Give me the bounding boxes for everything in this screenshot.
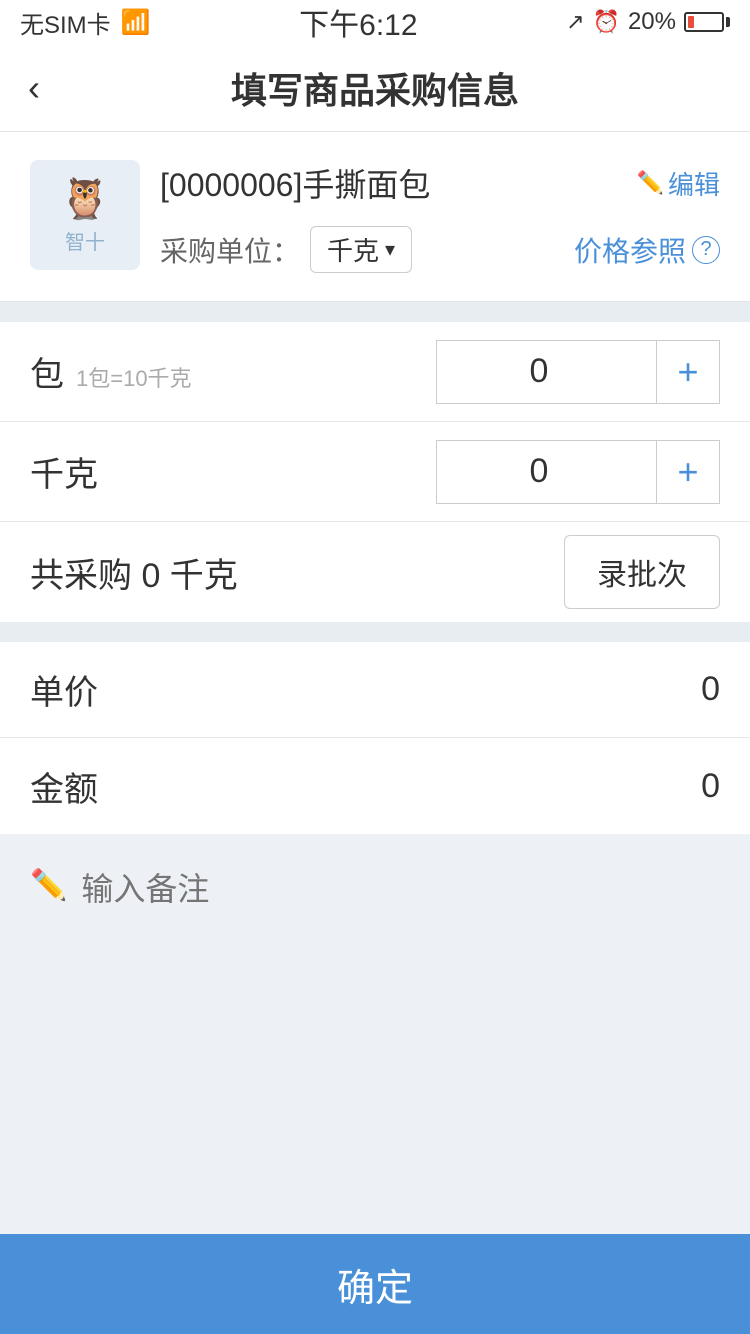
page-title: 填写商品采购信息 [231,62,519,114]
product-card: 🦉 智十 [0000006]手撕面包 ✏️ 编辑 采购单位： 千克 ▾ [0,132,750,302]
bag-input-right: + [436,340,720,404]
kg-input-right: + [436,440,720,504]
unit-label: 采购单位： [160,230,300,270]
bag-plus-button[interactable]: + [656,340,720,404]
status-bar: 无SIM卡 📶 下午6:12 ↗ ⏰ 20% [0,0,750,44]
section-divider-1 [0,302,750,322]
edit-button[interactable]: ✏️ 编辑 [637,165,720,202]
remark-section[interactable]: ✏️ [0,834,750,1014]
product-thumb-label: 智十 [65,226,105,255]
unit-chevron-icon: ▾ [385,237,395,262]
summary-row: 共采购 0 千克 录批次 [0,522,750,622]
kg-label-text: 千克 [30,447,98,496]
product-name: [0000006]手撕面包 [160,160,430,206]
unit-price-row: 单价 0 [0,642,750,738]
nav-bar: ‹ 填写商品采购信息 [0,44,750,132]
bag-label: 包 1包=10千克 [30,347,192,396]
unit-select[interactable]: 千克 ▾ [310,226,412,273]
kg-quantity-input[interactable] [436,440,656,504]
status-bar-right: ↗ ⏰ 20% [566,8,730,36]
wifi-icon: 📶 [121,8,151,37]
input-section: 包 1包=10千克 + 千克 + [0,322,750,522]
price-ref-button[interactable]: 价格参照 ? [574,230,720,270]
unit-value: 千克 [327,231,379,268]
price-ref-label: 价格参照 [574,230,686,270]
status-bar-left: 无SIM卡 📶 [20,5,151,40]
edit-icon: ✏️ [637,170,664,196]
bag-label-text: 包 [30,347,64,396]
kg-plus-button[interactable]: + [656,440,720,504]
edit-label: 编辑 [668,165,720,202]
bag-label-sub: 1包=10千克 [76,361,192,393]
record-batch-button[interactable]: 录批次 [564,535,720,609]
price-section: 单价 0 金额 0 [0,642,750,834]
amount-label: 金额 [30,762,98,811]
pencil-icon: ✏️ [30,868,67,903]
summary-text: 共采购 0 千克 [30,548,238,597]
bag-quantity-input[interactable] [436,340,656,404]
back-button[interactable]: ‹ [28,67,40,109]
status-bar-time: 下午6:12 [299,0,417,44]
battery-indicator [684,12,730,32]
gray-background [0,1014,750,1234]
location-icon: ↗ [566,9,584,35]
amount-row: 金额 0 [0,738,750,834]
unit-price-value: 0 [701,670,720,709]
carrier-label: 无SIM卡 [20,5,111,40]
bag-input-row: 包 1包=10千克 + [0,322,750,422]
remark-input[interactable] [81,864,720,940]
confirm-button[interactable]: 确定 [0,1234,750,1334]
alarm-icon: ⏰ [593,9,620,35]
unit-price-label: 单价 [30,665,98,714]
product-info: [0000006]手撕面包 ✏️ 编辑 采购单位： 千克 ▾ 价格参照 ? [160,160,720,273]
section-divider-2 [0,622,750,642]
price-ref-help-icon: ? [692,236,720,264]
kg-input-row: 千克 + [0,422,750,522]
battery-percent: 20% [628,8,676,36]
product-thumbnail: 🦉 智十 [30,160,140,270]
kg-label: 千克 [30,447,98,496]
product-owl-icon: 🦉 [60,175,110,222]
amount-value: 0 [701,767,720,806]
